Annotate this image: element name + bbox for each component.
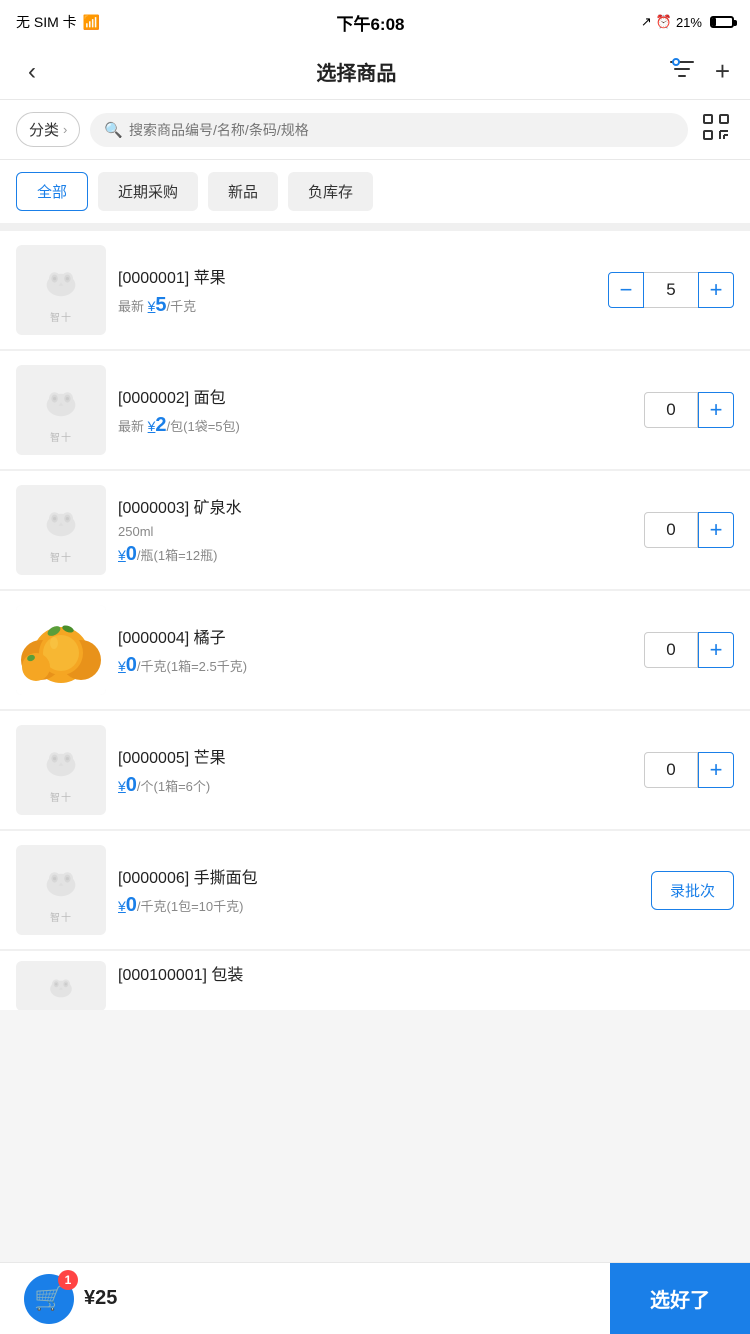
- add-button[interactable]: +: [715, 56, 730, 87]
- product-price: ¥0/个(1箱=6个): [118, 774, 632, 797]
- status-right: ↗ ⏰ 21%: [641, 14, 734, 30]
- product-price: ¥0/千克(1包=10千克): [118, 894, 639, 917]
- filter-tabs: 全部 近期采购 新品 负库存: [0, 160, 750, 231]
- chevron-right-icon: ›: [63, 122, 67, 137]
- cart-icon: 🛒: [34, 1284, 64, 1313]
- tab-new[interactable]: 新品: [208, 172, 278, 211]
- nav-actions: +: [669, 56, 730, 87]
- search-wrapper: 🔍: [90, 113, 688, 147]
- qty-decrease-button[interactable]: −: [608, 272, 644, 308]
- table-row: 智十 [0000001] 苹果 最新 ¥5/千克 − +: [0, 231, 750, 349]
- product-info-0000004: [0000004] 橘子 ¥0/千克(1箱=2.5千克): [118, 624, 632, 677]
- category-button[interactable]: 分类 ›: [16, 112, 80, 147]
- qty-input[interactable]: [644, 272, 698, 308]
- qty-control-0000003: +: [644, 512, 734, 548]
- wifi-icon: 📶: [83, 14, 100, 31]
- confirm-button[interactable]: 选好了: [610, 1263, 750, 1334]
- qty-input[interactable]: [644, 632, 698, 668]
- bottom-bar: 🛒 1 ¥25 选好了: [0, 1262, 750, 1334]
- product-name: [0000003] 矿泉水: [118, 494, 632, 518]
- product-price: 最新 ¥2/包(1袋=5包): [118, 414, 632, 437]
- product-image-0000001: 智十: [16, 245, 106, 335]
- product-price: ¥0/千克(1箱=2.5千克): [118, 654, 632, 677]
- product-name: [0000006] 手撕面包: [118, 864, 639, 888]
- cart-area: 🛒 1 ¥25: [0, 1274, 610, 1324]
- product-name: [0000001] 苹果: [118, 264, 596, 288]
- page-title: 选择商品: [316, 57, 396, 86]
- cart-button[interactable]: 🛒 1: [24, 1274, 74, 1324]
- table-row: [000100001] 包装: [0, 950, 750, 1010]
- qty-control-0000001: − +: [608, 272, 734, 308]
- batch-record-button[interactable]: 录批次: [651, 871, 734, 910]
- product-name: [000100001] 包装: [118, 961, 734, 985]
- search-icon: 🔍: [104, 121, 123, 139]
- product-info-0000002: [0000002] 面包 最新 ¥2/包(1袋=5包): [118, 384, 632, 437]
- search-bar: 分类 › 🔍: [0, 100, 750, 160]
- product-info-0000006: [0000006] 手撕面包 ¥0/千克(1包=10千克): [118, 864, 639, 917]
- search-input[interactable]: [129, 122, 674, 138]
- tab-negative-stock[interactable]: 负库存: [288, 172, 373, 211]
- product-image-0000006: 智十: [16, 845, 106, 935]
- product-image-0000003: 智十: [16, 485, 106, 575]
- cart-badge: 1: [58, 1270, 78, 1290]
- scan-button[interactable]: [698, 113, 734, 147]
- qty-increase-button[interactable]: +: [698, 632, 734, 668]
- qty-increase-button[interactable]: +: [698, 392, 734, 428]
- product-info-0000003: [0000003] 矿泉水 250ml ¥0/瓶(1箱=12瓶): [118, 494, 632, 566]
- cart-total: ¥25: [84, 1287, 117, 1310]
- filter-button[interactable]: [669, 58, 695, 86]
- product-info-0000005: [0000005] 芒果 ¥0/个(1箱=6个): [118, 744, 632, 797]
- product-name: [0000005] 芒果: [118, 744, 632, 768]
- table-row: 智十 [0000003] 矿泉水 250ml ¥0/瓶(1箱=12瓶) +: [0, 470, 750, 589]
- tab-recent[interactable]: 近期采购: [98, 172, 198, 211]
- product-image-0000005: 智十: [16, 725, 106, 815]
- qty-control-0000002: +: [644, 392, 734, 428]
- battery-icon: [710, 16, 734, 28]
- product-name: [0000004] 橘子: [118, 624, 632, 648]
- qty-control-0000004: +: [644, 632, 734, 668]
- nav-bar: ‹ 选择商品 +: [0, 44, 750, 100]
- product-price: 最新 ¥5/千克: [118, 294, 596, 317]
- qty-increase-button[interactable]: +: [698, 752, 734, 788]
- qty-increase-button[interactable]: +: [698, 272, 734, 308]
- qty-control-0000005: +: [644, 752, 734, 788]
- status-bar: 无 SIM 卡 📶 下午6:08 ↗ ⏰ 21%: [0, 0, 750, 44]
- table-row: 智十 [0000005] 芒果 ¥0/个(1箱=6个) +: [0, 710, 750, 829]
- product-info-0000001: [0000001] 苹果 最新 ¥5/千克: [118, 264, 596, 317]
- alarm-icon: ⏰: [656, 14, 672, 30]
- qty-input[interactable]: [644, 752, 698, 788]
- product-image-000100001: [16, 961, 106, 1010]
- category-label: 分类: [29, 119, 59, 140]
- product-info-000100001: [000100001] 包装: [118, 961, 734, 991]
- back-button[interactable]: ‹: [20, 50, 44, 94]
- table-row: 智十 [0000006] 手撕面包 ¥0/千克(1包=10千克) 录批次: [0, 830, 750, 949]
- product-name: [0000002] 面包: [118, 384, 632, 408]
- status-time: 下午6:08: [336, 10, 404, 35]
- product-image-0000004: [16, 605, 106, 695]
- qty-increase-button[interactable]: +: [698, 512, 734, 548]
- product-list: 智十 [0000001] 苹果 最新 ¥5/千克 − +: [0, 231, 750, 1010]
- qty-input[interactable]: [644, 512, 698, 548]
- status-carrier: 无 SIM 卡 📶: [16, 12, 100, 32]
- product-image-0000002: 智十: [16, 365, 106, 455]
- product-spec: 250ml: [118, 524, 632, 539]
- qty-input[interactable]: [644, 392, 698, 428]
- tab-all[interactable]: 全部: [16, 172, 88, 211]
- table-row: 智十 [0000002] 面包 最新 ¥2/包(1袋=5包) +: [0, 350, 750, 469]
- table-row: [0000004] 橘子 ¥0/千克(1箱=2.5千克) +: [0, 590, 750, 709]
- product-price: ¥0/瓶(1箱=12瓶): [118, 543, 632, 566]
- location-icon: ↗: [641, 14, 652, 30]
